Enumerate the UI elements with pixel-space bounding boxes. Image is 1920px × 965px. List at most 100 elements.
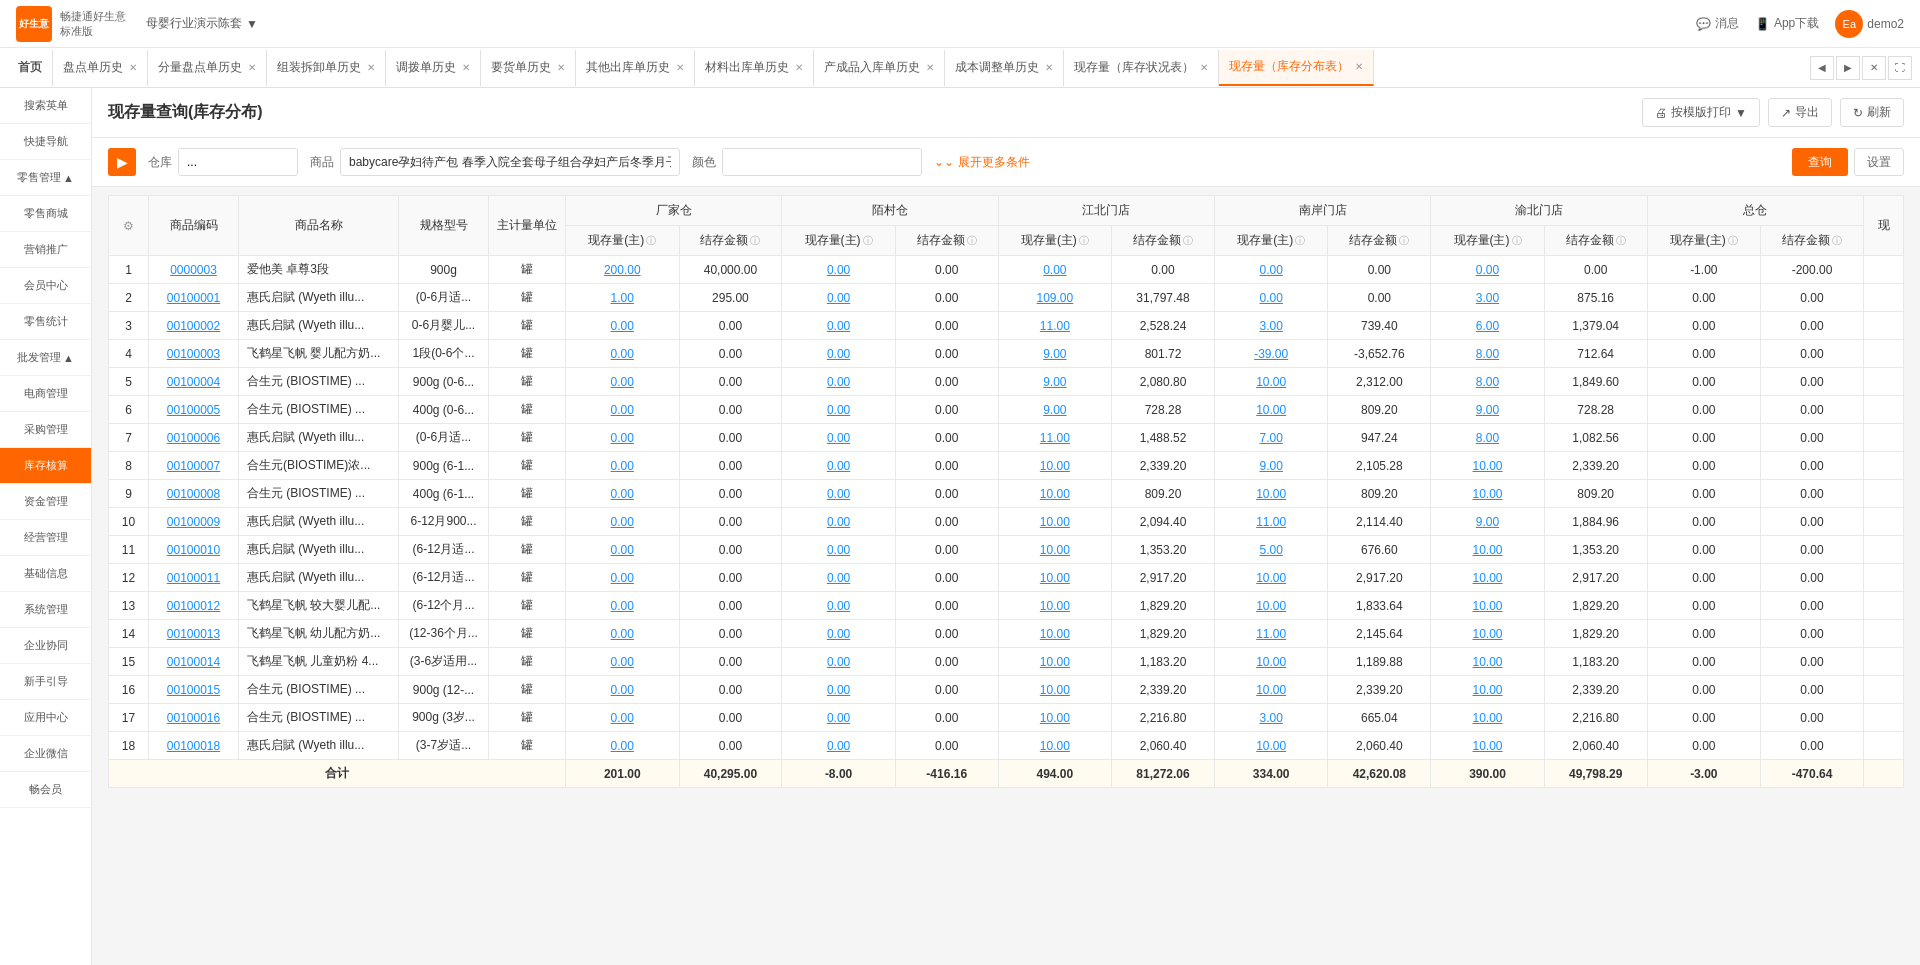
tab-prev-arrow[interactable]: ◀: [1810, 56, 1834, 80]
cell-code: 00100002: [149, 312, 239, 340]
cell-na-amt: 1,833.64: [1328, 592, 1431, 620]
close-icon[interactable]: ✕: [1200, 62, 1208, 73]
sidebar-item-purchase[interactable]: 采购管理: [0, 412, 91, 448]
app-download-btn[interactable]: 📱 App下载: [1755, 15, 1819, 32]
close-icon[interactable]: ✕: [926, 62, 934, 73]
tab-material-outbound[interactable]: 材料出库单历史 ✕: [695, 50, 814, 86]
tab-expand-icon[interactable]: ⛶: [1888, 56, 1912, 80]
sidebar-item-wholesale[interactable]: 批发管理 ▲: [0, 340, 91, 376]
close-icon[interactable]: ✕: [676, 62, 684, 73]
sidebar-item-enterprise[interactable]: 企业协同: [0, 628, 91, 664]
cell-extra: [1864, 396, 1904, 424]
table-row: 9 00100008 合生元 (BIOSTIME) ... 400g (6-1.…: [109, 480, 1904, 508]
message-btn[interactable]: 💬 消息: [1696, 15, 1739, 32]
sidebar-item-guide[interactable]: 新手引导: [0, 664, 91, 700]
sidebar-item-retail-mall[interactable]: 零售商城: [0, 196, 91, 232]
setting-button[interactable]: 设置: [1854, 148, 1904, 176]
search-button[interactable]: 查询: [1792, 148, 1848, 176]
sidebar-item-search[interactable]: 搜索英单: [0, 88, 91, 124]
cell-yb-qty: 6.00: [1431, 312, 1545, 340]
cell-jb-qty: 10.00: [998, 536, 1112, 564]
cell-index: 18: [109, 732, 149, 760]
cell-spec: (6-12个月...: [399, 592, 489, 620]
cell-na-amt: 2,917.20: [1328, 564, 1431, 592]
color-input[interactable]: [722, 148, 922, 176]
cell-jb-amt: 2,917.20: [1112, 564, 1215, 592]
sidebar-item-ecommerce[interactable]: 电商管理: [0, 376, 91, 412]
tab-close-icon[interactable]: ✕: [1862, 56, 1886, 80]
sidebar-item-quicknav[interactable]: 快捷导航: [0, 124, 91, 160]
sidebar-item-finance[interactable]: 资金管理: [0, 484, 91, 520]
cell-yb-amt: 0.00: [1544, 256, 1647, 284]
warehouse-filter: 仓库: [148, 148, 298, 176]
cell-yb-amt: 1,379.04: [1544, 312, 1647, 340]
gear-icon[interactable]: ⚙: [123, 219, 134, 233]
filter-expand-btn[interactable]: ▶: [108, 148, 136, 176]
color-label: 颜色: [692, 154, 716, 171]
cell-spec: (0-6月适...: [399, 424, 489, 452]
summary-jb-amt: 81,272.06: [1112, 760, 1215, 788]
cell-jb-qty: 10.00: [998, 592, 1112, 620]
tab-split-stocktake[interactable]: 分量盘点单历史 ✕: [148, 50, 267, 86]
tab-assembly[interactable]: 组装拆卸单历史 ✕: [267, 50, 386, 86]
expand-more-btn[interactable]: ⌄⌄ 展开更多条件: [934, 154, 1030, 171]
close-icon[interactable]: ✕: [1045, 62, 1053, 73]
export-button[interactable]: ↗ 导出: [1768, 98, 1832, 127]
product-input[interactable]: [340, 148, 680, 176]
tab-transfer[interactable]: 调拨单历史 ✕: [386, 50, 481, 86]
table-row: 18 00100018 惠氏启賦 (Wyeth illu... (3-7岁适..…: [109, 732, 1904, 760]
sidebar-item-retail-stats[interactable]: 零售统计: [0, 304, 91, 340]
tab-product-inbound[interactable]: 产成品入库单历史 ✕: [814, 50, 945, 86]
user-avatar[interactable]: Ea demo2: [1835, 10, 1904, 38]
summary-yb-qty: 390.00: [1431, 760, 1545, 788]
cell-extra: [1864, 676, 1904, 704]
cell-name: 惠氏启賦 (Wyeth illu...: [239, 284, 399, 312]
close-icon[interactable]: ✕: [248, 62, 256, 73]
cell-yb-amt: 2,339.20: [1544, 452, 1647, 480]
cell-na-qty: 10.00: [1214, 732, 1328, 760]
tab-inventory-status[interactable]: 现存量（库存状况表） ✕: [1064, 50, 1219, 86]
cell-jb-qty: 10.00: [998, 508, 1112, 536]
close-icon[interactable]: ✕: [129, 62, 137, 73]
tab-outbound-history[interactable]: 其他出库单历史 ✕: [576, 50, 695, 86]
cell-na-amt: 2,145.64: [1328, 620, 1431, 648]
cell-yb-qty: 10.00: [1431, 676, 1545, 704]
tab-stocktake-history[interactable]: 盘点单历史 ✕: [53, 50, 148, 86]
sidebar-item-inventory[interactable]: 库存核算: [0, 448, 91, 484]
close-icon[interactable]: ✕: [795, 62, 803, 73]
close-icon[interactable]: ✕: [367, 62, 375, 73]
top-right-actions: 💬 消息 📱 App下载 Ea demo2: [1696, 10, 1904, 38]
cell-code: 00100001: [149, 284, 239, 312]
refresh-button[interactable]: ↻ 刷新: [1840, 98, 1904, 127]
cell-spec: 400g (6-1...: [399, 480, 489, 508]
close-icon[interactable]: ✕: [462, 62, 470, 73]
sidebar-item-marketing[interactable]: 营销推广: [0, 232, 91, 268]
info-icon: ⓘ: [1832, 234, 1842, 248]
sidebar-item-vip[interactable]: 畅会员: [0, 772, 91, 808]
industry-selector[interactable]: 母婴行业演示陈套 ▼: [146, 15, 258, 32]
tab-order-history[interactable]: 要货单历史 ✕: [481, 50, 576, 86]
sidebar-item-system[interactable]: 系统管理: [0, 592, 91, 628]
tab-home[interactable]: 首页: [8, 50, 53, 86]
cell-jb-amt: 2,080.80: [1112, 368, 1215, 396]
tab-inventory-distribution[interactable]: 现存量（库存分布表） ✕: [1219, 50, 1374, 86]
sidebar-item-retail-management[interactable]: 零售管理 ▲: [0, 160, 91, 196]
cell-index: 4: [109, 340, 149, 368]
sidebar-item-basic-info[interactable]: 基础信息: [0, 556, 91, 592]
close-icon[interactable]: ✕: [1355, 61, 1363, 72]
tab-cost-adjustment[interactable]: 成本调整单历史 ✕: [945, 50, 1064, 86]
cell-total-qty: 0.00: [1647, 536, 1761, 564]
page-title: 现存量查询(库存分布): [108, 102, 263, 133]
close-icon[interactable]: ✕: [557, 62, 565, 73]
print-button[interactable]: 🖨 按模版打印 ▼: [1642, 98, 1760, 127]
summary-jb-qty: 494.00: [998, 760, 1112, 788]
tab-next-arrow[interactable]: ▶: [1836, 56, 1860, 80]
cell-jb-amt: 2,339.20: [1112, 676, 1215, 704]
sidebar-item-app-center[interactable]: 应用中心: [0, 700, 91, 736]
chevron-down-icon: ⌄⌄: [934, 155, 954, 169]
sidebar-item-wechat[interactable]: 企业微信: [0, 736, 91, 772]
cell-cf-amt: 295.00: [679, 284, 782, 312]
sidebar-item-members[interactable]: 会员中心: [0, 268, 91, 304]
sidebar-item-operations[interactable]: 经营管理: [0, 520, 91, 556]
warehouse-input[interactable]: [178, 148, 298, 176]
